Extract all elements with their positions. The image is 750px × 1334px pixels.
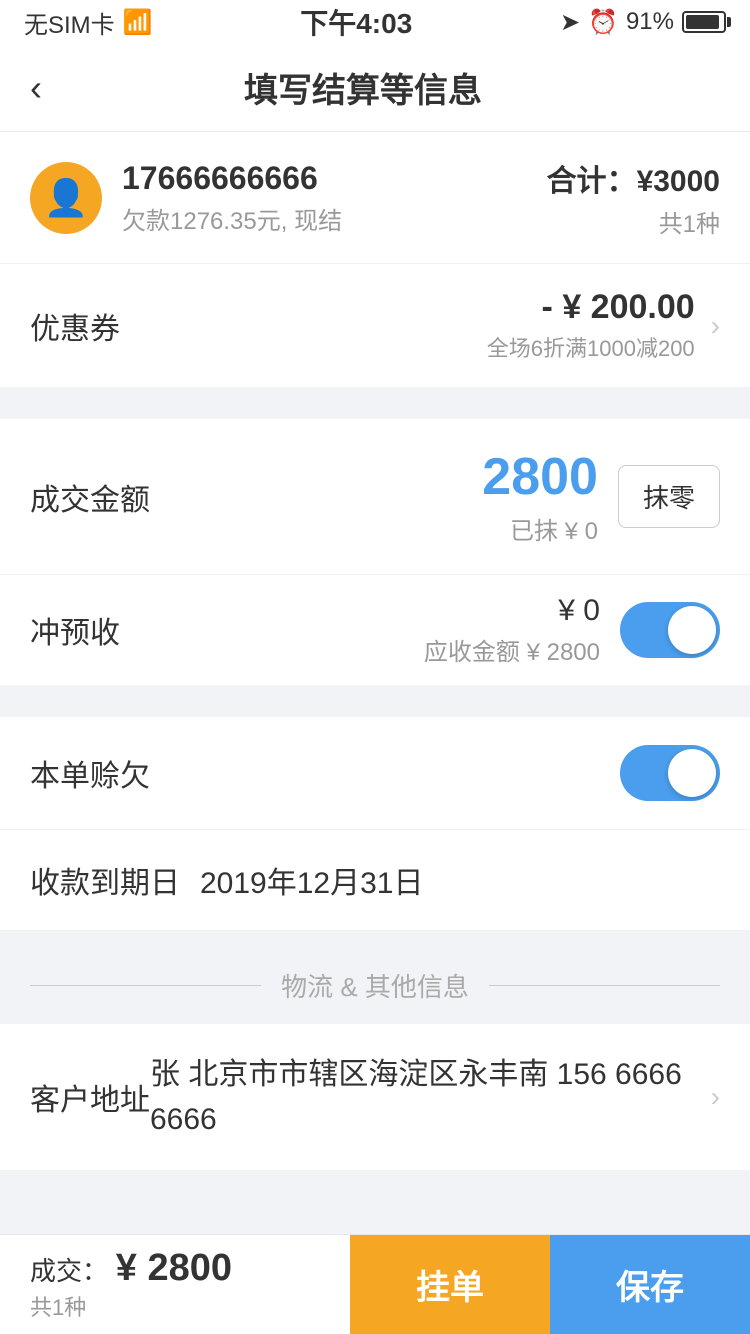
bottom-info: 成交： ¥ 2800 共1种 — [0, 1235, 350, 1334]
logistics-header: 物流 & 其他信息 — [0, 947, 750, 1024]
bottom-deal-line: 成交： ¥ 2800 — [30, 1247, 320, 1290]
deal-value-right: 2800 已抹 ¥ 0 抹零 — [150, 447, 720, 546]
battery-icon — [682, 11, 726, 33]
coupon-discount: - ¥ 200.00 — [487, 288, 695, 327]
bottom-deal-amount: ¥ 2800 — [116, 1247, 232, 1289]
pre-collect-row: 冲预收 ¥ 0 应收金额 ¥ 2800 — [0, 575, 750, 685]
customer-phone: 17666666666 — [122, 160, 547, 197]
address-section: 客户地址 张 北京市市辖区海淀区永丰南 156 6666 6666 › — [0, 1024, 750, 1170]
address-chevron-icon: › — [711, 1081, 720, 1113]
carrier-text: 无SIM卡 — [24, 5, 115, 40]
logistics-line-right — [489, 985, 720, 986]
pre-amount: ¥ 0 — [424, 594, 600, 628]
save-button[interactable]: 保存 — [550, 1235, 750, 1334]
customer-info: 17666666666 欠款1276.35元, 现结 — [122, 160, 547, 236]
bottom-bar: 成交： ¥ 2800 共1种 挂单 保存 — [0, 1234, 750, 1334]
customer-total: 合计：¥3000 共1种 — [547, 156, 720, 239]
divider-2 — [0, 701, 750, 717]
deal-amount: 2800 — [482, 447, 598, 507]
pre-amount-sub: 应收金额 ¥ 2800 — [424, 632, 600, 667]
debt-toggle-area — [150, 745, 720, 801]
status-bar: 无SIM卡 📶 下午4:03 ➤ ⏰ 91% — [0, 0, 750, 44]
bottom-count: 共1种 — [30, 1290, 320, 1322]
divider-1 — [0, 403, 750, 419]
customer-subtext: 欠款1276.35元, 现结 — [122, 201, 547, 236]
coupon-chevron-icon: › — [711, 310, 720, 342]
address-value: 张 北京市市辖区海淀区永丰南 156 6666 6666 — [150, 1052, 695, 1142]
debt-section: 本单赊欠 收款到期日 2019年12月31日 — [0, 717, 750, 931]
bottom-deal-label: 成交： — [30, 1256, 108, 1286]
nav-bar: ‹ 填写结算等信息 — [0, 44, 750, 132]
coupon-right: - ¥ 200.00 全场6折满1000减200 — [487, 288, 695, 363]
customer-section: 👤 17666666666 欠款1276.35元, 现结 合计：¥3000 共1… — [0, 132, 750, 387]
due-date-label: 收款到期日 — [30, 858, 180, 902]
round-zero-button[interactable]: 抹零 — [618, 465, 720, 528]
deal-subtext: 已抹 ¥ 0 — [482, 511, 598, 546]
status-time: 下午4:03 — [300, 2, 412, 42]
pre-collect-amounts: ¥ 0 应收金额 ¥ 2800 — [424, 594, 600, 667]
customer-row: 👤 17666666666 欠款1276.35元, 现结 合计：¥3000 共1… — [0, 132, 750, 263]
status-right: ➤ ⏰ 91% — [560, 8, 726, 37]
user-icon: 👤 — [44, 177, 89, 219]
page-title: 填写结算等信息 — [62, 63, 664, 112]
deal-section: 成交金额 2800 已抹 ¥ 0 抹零 冲预收 ¥ 0 应收金额 ¥ 2800 — [0, 419, 750, 685]
location-icon: ➤ — [560, 8, 580, 37]
pre-collect-toggle[interactable] — [620, 602, 720, 658]
logistics-line-left — [30, 985, 261, 986]
pre-collect-right: ¥ 0 应收金额 ¥ 2800 — [424, 594, 720, 667]
address-label: 客户地址 — [30, 1075, 150, 1119]
back-button[interactable]: ‹ — [30, 57, 62, 119]
logistics-text: 物流 & 其他信息 — [281, 967, 469, 1004]
due-date-value: 2019年12月31日 — [200, 858, 423, 902]
address-row[interactable]: 客户地址 张 北京市市辖区海淀区永丰南 156 6666 6666 › — [0, 1024, 750, 1170]
deal-amount-row: 成交金额 2800 已抹 ¥ 0 抹零 — [0, 419, 750, 575]
avatar: 👤 — [30, 162, 102, 234]
due-date-row: 收款到期日 2019年12月31日 — [0, 830, 750, 931]
status-left: 无SIM卡 📶 — [24, 5, 153, 40]
battery-percent: 91% — [626, 8, 674, 36]
coupon-description: 全场6折满1000减200 — [487, 331, 695, 363]
debt-toggle[interactable] — [620, 745, 720, 801]
total-amount: 合计：¥3000 — [547, 156, 720, 200]
debt-row: 本单赊欠 — [0, 717, 750, 830]
deal-label: 成交金额 — [30, 475, 150, 519]
hang-button[interactable]: 挂单 — [350, 1235, 550, 1334]
deal-amount-group: 2800 已抹 ¥ 0 — [482, 447, 598, 546]
total-count: 共1种 — [547, 204, 720, 239]
wifi-icon: 📶 — [123, 8, 153, 37]
toggle-knob — [668, 606, 716, 654]
alarm-icon: ⏰ — [588, 8, 618, 37]
debt-label: 本单赊欠 — [30, 751, 150, 795]
debt-toggle-knob — [668, 749, 716, 797]
coupon-label: 优惠券 — [30, 304, 487, 348]
pre-collect-label: 冲预收 — [30, 608, 424, 652]
coupon-row[interactable]: 优惠券 - ¥ 200.00 全场6折满1000减200 › — [0, 263, 750, 387]
